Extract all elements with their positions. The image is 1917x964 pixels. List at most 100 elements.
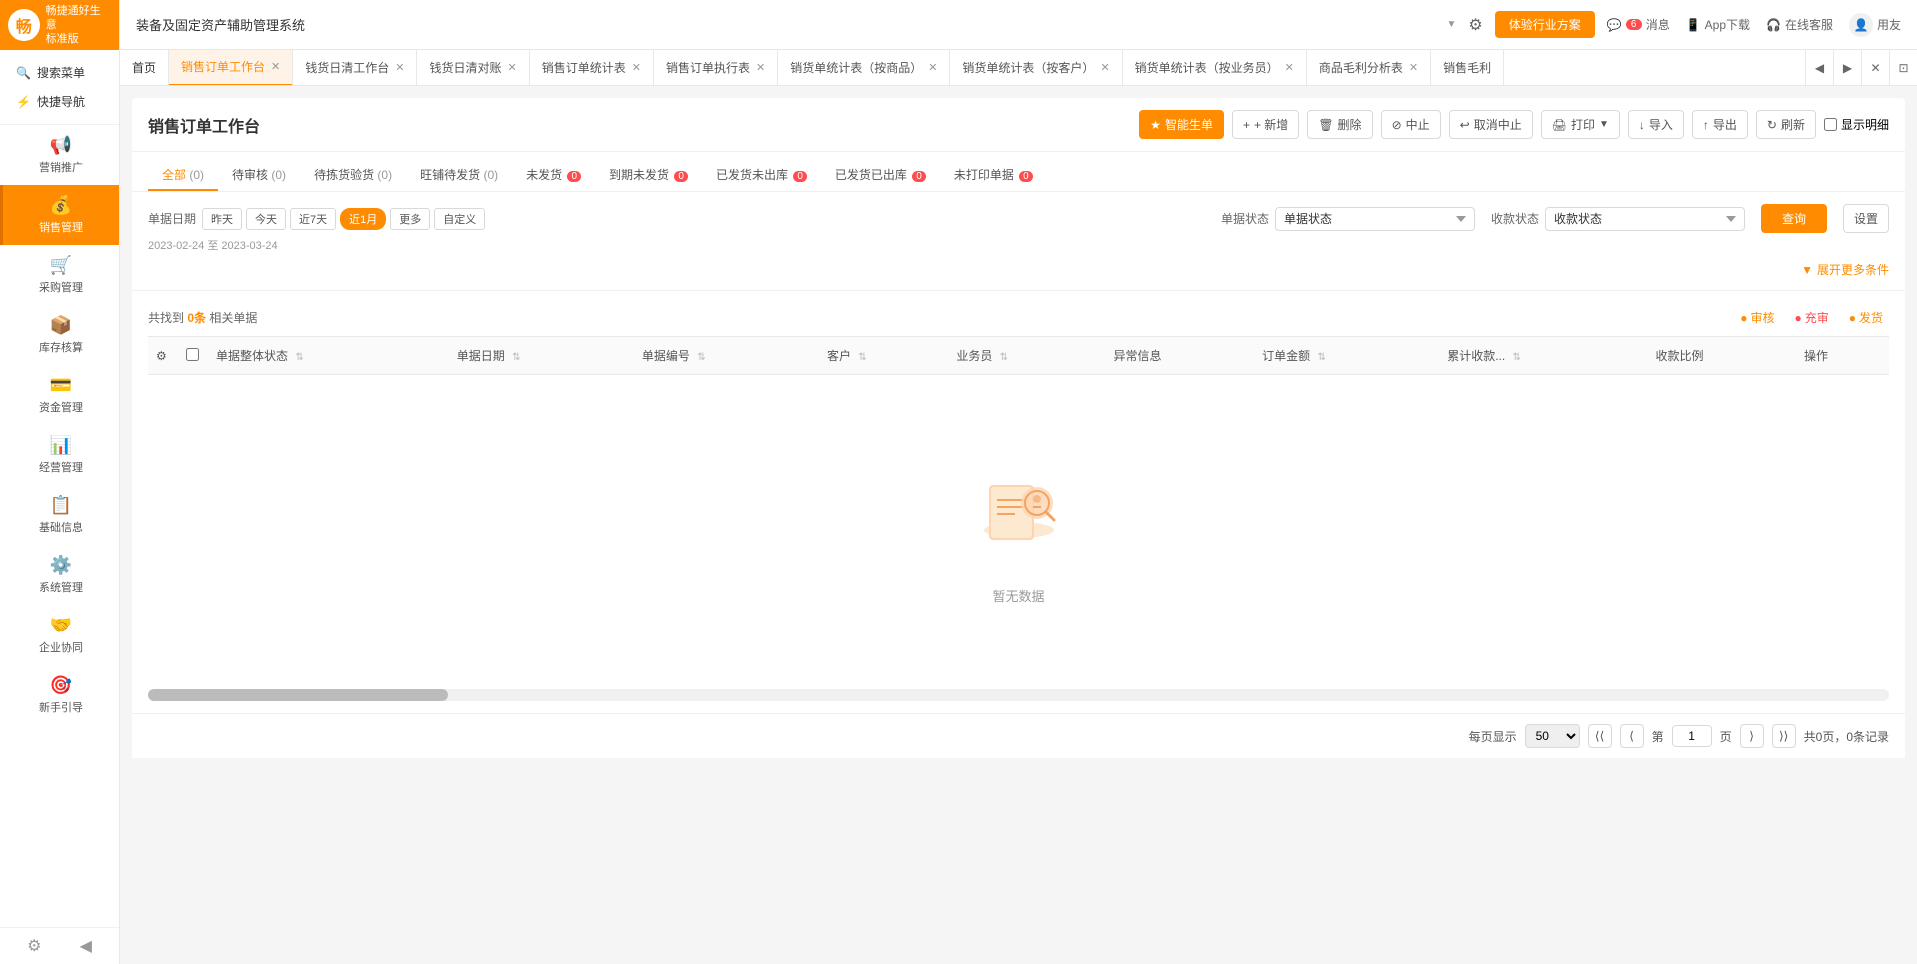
- review-action-btn[interactable]: ● 审核: [1734, 307, 1780, 328]
- sidebar-collapse-btn[interactable]: ◀: [80, 936, 92, 956]
- first-page-btn[interactable]: ⟨⟨: [1588, 724, 1612, 748]
- tab-close-sales-exec[interactable]: ✕: [756, 61, 765, 74]
- online-service-btn[interactable]: 🎧 在线客服: [1766, 16, 1833, 33]
- tab-close-sales-workbench[interactable]: ✕: [271, 60, 280, 73]
- sub-tab-pending-inspect[interactable]: 待拣货验货 (0): [300, 160, 406, 191]
- user-btn[interactable]: 👤 用友: [1849, 13, 1901, 37]
- expand-conditions-btn[interactable]: ▼ 展开更多条件: [1801, 261, 1889, 278]
- tab-close-all-btn[interactable]: ✕: [1861, 50, 1889, 86]
- tab-sales-stat[interactable]: 销售订单统计表 ✕: [530, 50, 654, 86]
- smart-create-btn[interactable]: ★ 智能生单: [1139, 110, 1224, 139]
- sidebar-item-guide[interactable]: 🎯 新手引导: [0, 665, 119, 725]
- sort-amount-icon[interactable]: ⇅: [1317, 352, 1325, 363]
- th-checkbox[interactable]: [178, 337, 208, 375]
- purchase-icon: 🛒: [50, 255, 72, 276]
- sub-tab-shipped-not-out[interactable]: 已发货未出库 0: [702, 160, 821, 191]
- stop-btn[interactable]: ⊘ 中止: [1381, 110, 1441, 139]
- online-service-label: 在线客服: [1785, 16, 1833, 33]
- prev-page-btn[interactable]: ⟨: [1620, 724, 1644, 748]
- add-btn[interactable]: + + 新增: [1232, 110, 1299, 139]
- date-btn-more[interactable]: 更多: [390, 208, 430, 230]
- search-menu-item[interactable]: 🔍 搜索菜单: [8, 58, 111, 87]
- sort-staff-icon[interactable]: ⇅: [1000, 352, 1008, 363]
- page-size-select[interactable]: 10 20 50 100: [1525, 724, 1580, 748]
- last-page-btn[interactable]: ⟩⟩: [1772, 724, 1796, 748]
- tab-home[interactable]: 首页: [120, 50, 169, 86]
- sub-tab-wangpu-pending[interactable]: 旺铺待发货 (0): [406, 160, 512, 191]
- export-btn[interactable]: ↑ 导出: [1692, 110, 1748, 139]
- tab-close-cash-reconcile[interactable]: ✕: [508, 61, 517, 74]
- page-input[interactable]: [1672, 725, 1712, 747]
- query-btn[interactable]: 查询: [1761, 204, 1827, 233]
- sub-tab-not-printed[interactable]: 未打印单据 0: [940, 160, 1047, 191]
- tab-close-goods-margin[interactable]: ✕: [1409, 61, 1418, 74]
- next-page-btn[interactable]: ⟩: [1740, 724, 1764, 748]
- sidebar-item-sales[interactable]: 💰 销售管理: [0, 185, 119, 245]
- sidebar-item-finance[interactable]: 💳 资金管理: [0, 365, 119, 425]
- show-detail-checkbox[interactable]: [1824, 118, 1837, 131]
- tab-goods-stat-staff[interactable]: 销货单统计表（按业务员） ✕: [1123, 50, 1307, 86]
- tab-sales-workbench[interactable]: 销售订单工作台 ✕: [169, 50, 293, 86]
- sort-date-icon[interactable]: ⇅: [512, 352, 520, 363]
- sidebar-item-inventory[interactable]: 📦 库存核算: [0, 305, 119, 365]
- sub-tab-shipped-out[interactable]: 已发货已出库 0: [821, 160, 940, 191]
- settings-btn[interactable]: 设置: [1843, 204, 1889, 233]
- cancel-stop-btn[interactable]: ↩ 取消中止: [1449, 110, 1533, 139]
- sub-tab-all[interactable]: 全部 (0): [148, 160, 218, 191]
- sidebar-item-operation[interactable]: 📊 经营管理: [0, 425, 119, 485]
- sort-status-icon[interactable]: ⇅: [295, 352, 303, 363]
- th-settings[interactable]: ⚙: [148, 337, 178, 375]
- tab-goods-stat-product[interactable]: 销货单统计表（按商品） ✕: [778, 50, 950, 86]
- sidebar-item-marketing[interactable]: 📢 营销推广: [0, 125, 119, 185]
- date-btn-custom[interactable]: 自定义: [434, 208, 485, 230]
- tab-goods-stat-customer[interactable]: 销货单统计表（按客户） ✕: [950, 50, 1122, 86]
- tab-cash-daily[interactable]: 钱货日清工作台 ✕: [293, 50, 417, 86]
- sidebar-settings-btn[interactable]: ⚙: [27, 936, 41, 956]
- print-btn[interactable]: 🖨 打印 ▼: [1541, 110, 1620, 139]
- sort-collected-icon[interactable]: ⇅: [1513, 352, 1521, 363]
- app-download-btn[interactable]: 📱 App下载: [1686, 16, 1750, 33]
- sort-number-icon[interactable]: ⇅: [697, 352, 705, 363]
- header-gear-btn[interactable]: ⚙: [1468, 15, 1482, 35]
- horizontal-scrollbar[interactable]: [132, 689, 1905, 701]
- date-btn-today[interactable]: 今天: [246, 208, 286, 230]
- tab-sales-profit[interactable]: 销售毛利: [1431, 50, 1504, 86]
- cancel-review-action-btn[interactable]: ● 充审: [1788, 307, 1834, 328]
- show-detail-checkbox-label[interactable]: 显示明细: [1824, 116, 1889, 133]
- sidebar-item-system[interactable]: ⚙️ 系统管理: [0, 545, 119, 605]
- column-settings-icon[interactable]: ⚙: [156, 349, 167, 363]
- sub-tab-not-shipped[interactable]: 未发货 0: [512, 160, 595, 191]
- ship-action-btn[interactable]: ● 发货: [1843, 307, 1889, 328]
- date-btn-yesterday[interactable]: 昨天: [202, 208, 242, 230]
- message-btn[interactable]: 💬 6 消息: [1607, 16, 1670, 33]
- experience-btn[interactable]: 体验行业方案: [1495, 11, 1595, 38]
- delete-btn[interactable]: 🗑 删除: [1307, 110, 1372, 139]
- sort-customer-icon[interactable]: ⇅: [858, 352, 866, 363]
- date-btn-1month[interactable]: 近1月: [340, 208, 386, 230]
- quick-nav-item[interactable]: ⚡ 快捷导航: [8, 87, 111, 116]
- sidebar-item-basic[interactable]: 📋 基础信息: [0, 485, 119, 545]
- tab-next-btn[interactable]: ▶: [1833, 50, 1861, 86]
- import-btn[interactable]: ↓ 导入: [1628, 110, 1684, 139]
- sub-tab-pending-review[interactable]: 待审核 (0): [218, 160, 300, 191]
- select-all-checkbox[interactable]: [186, 348, 199, 361]
- empty-state: 暂无数据: [148, 375, 1889, 685]
- scroll-thumb[interactable]: [148, 689, 448, 701]
- sidebar-item-purchase[interactable]: 🛒 采购管理: [0, 245, 119, 305]
- sidebar-item-enterprise[interactable]: 🤝 企业协同: [0, 605, 119, 665]
- tab-close-sales-stat[interactable]: ✕: [632, 61, 641, 74]
- tab-close-goods-stat-customer[interactable]: ✕: [1100, 61, 1109, 74]
- status-select[interactable]: 单据状态: [1275, 207, 1475, 231]
- tab-close-goods-stat-staff[interactable]: ✕: [1285, 61, 1294, 74]
- tab-sales-exec[interactable]: 销售订单执行表 ✕: [654, 50, 778, 86]
- tab-cash-reconcile[interactable]: 钱货日清对账 ✕: [417, 50, 529, 86]
- tab-close-goods-stat-product[interactable]: ✕: [928, 61, 937, 74]
- refresh-btn[interactable]: ↻ 刷新: [1756, 110, 1816, 139]
- tab-prev-btn[interactable]: ◀: [1805, 50, 1833, 86]
- tab-maximize-btn[interactable]: ⊡: [1889, 50, 1917, 86]
- sub-tab-overdue-not-shipped[interactable]: 到期未发货 0: [595, 160, 702, 191]
- tab-close-cash-daily[interactable]: ✕: [395, 61, 404, 74]
- tab-goods-margin[interactable]: 商品毛利分析表 ✕: [1307, 50, 1431, 86]
- payment-select[interactable]: 收款状态: [1545, 207, 1745, 231]
- date-btn-7days[interactable]: 近7天: [290, 208, 336, 230]
